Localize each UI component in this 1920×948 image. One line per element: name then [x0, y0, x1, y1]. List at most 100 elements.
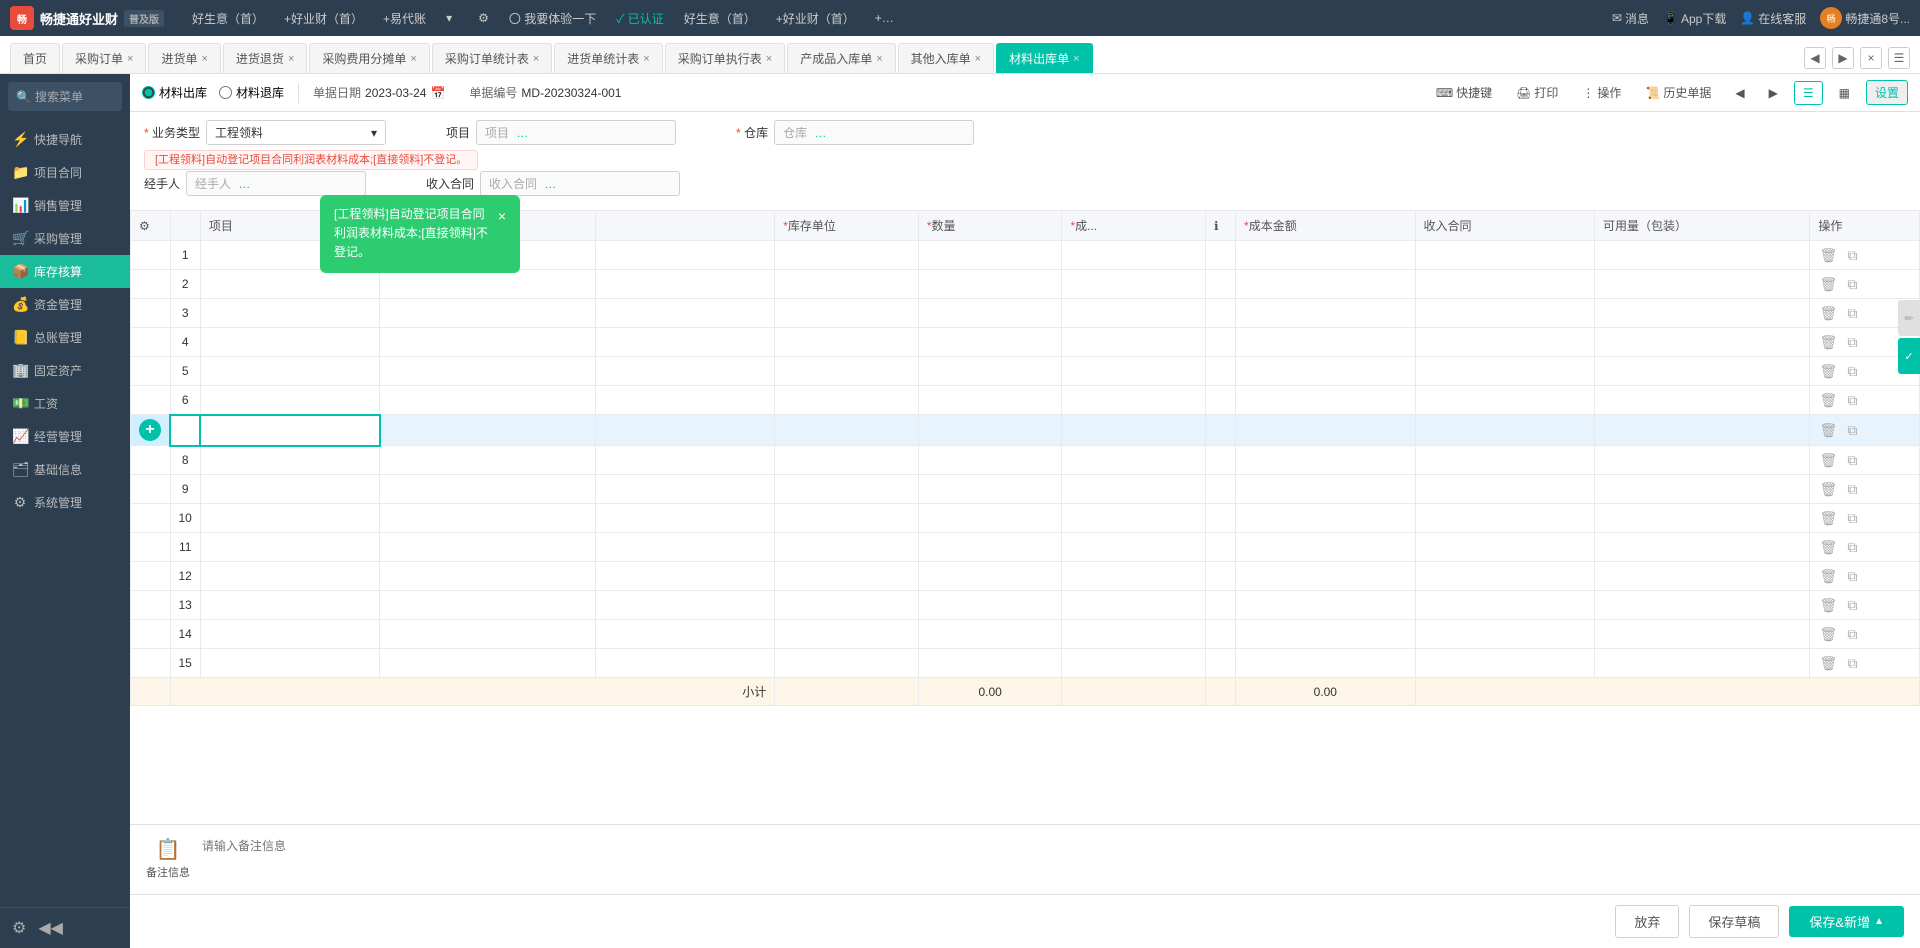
row12-delete-btn[interactable]: 🗑 — [1818, 566, 1838, 586]
sidebar-item-system[interactable]: ⚙ 系统管理 — [0, 486, 130, 519]
row3-copy-btn[interactable]: ⧉ — [1842, 303, 1862, 323]
nav-settings-icon[interactable]: ⚙ — [470, 9, 497, 27]
tab-close-receipt-stats[interactable]: × — [643, 53, 649, 65]
app-download-btn[interactable]: 📱 App下载 — [1663, 10, 1726, 27]
sidebar-item-sales[interactable]: 📊 销售管理 — [0, 189, 130, 222]
income-contract-dots-btn[interactable]: … — [544, 177, 556, 191]
row1-qty[interactable] — [918, 241, 1062, 270]
nav-prev-btn[interactable]: ◀ — [1727, 82, 1752, 104]
nav-haoyecai[interactable]: +好业财（首） — [276, 8, 371, 29]
right-float-btn-2[interactable]: ✓ — [1898, 338, 1920, 374]
row6-copy-btn[interactable]: ⧉ — [1842, 390, 1862, 410]
project-input[interactable]: 项目 … — [476, 120, 676, 145]
sidebar-item-salary[interactable]: 💵 工资 — [0, 387, 130, 420]
row2-available[interactable] — [1595, 270, 1810, 299]
row4-available[interactable] — [1595, 328, 1810, 357]
right-float-btn-1[interactable]: ✏ — [1898, 300, 1920, 336]
row10-delete-btn[interactable]: 🗑 — [1818, 508, 1838, 528]
row7-copy-btn[interactable]: ⧉ — [1842, 420, 1862, 440]
row4-cost-amount[interactable] — [1236, 328, 1416, 357]
business-type-select[interactable]: 工程领料 ▾ — [206, 120, 386, 145]
tab-close-purchase-stats[interactable]: × — [533, 53, 539, 65]
row11-copy-btn[interactable]: ⧉ — [1842, 537, 1862, 557]
row4-delete-btn[interactable]: 🗑 — [1818, 332, 1838, 352]
tab-close-finished-goods[interactable]: × — [876, 53, 882, 65]
row3-cost[interactable] — [1062, 299, 1206, 328]
income-contract-input[interactable]: 收入合同 … — [480, 171, 680, 196]
col-settings-header[interactable]: ⚙ — [131, 211, 171, 241]
tab-close-other-receipt[interactable]: × — [975, 53, 981, 65]
sidebar-item-basic-info[interactable]: 🗂 基础信息 — [0, 453, 130, 486]
row2-material[interactable] — [380, 270, 595, 299]
radio-material-return[interactable]: 材料退库 — [219, 84, 284, 101]
row2-cost-amount[interactable] — [1236, 270, 1416, 299]
column-settings-btn[interactable]: 设置 — [1866, 80, 1908, 105]
print-btn[interactable]: 🖨 打印 — [1508, 80, 1566, 105]
tab-close-material-out[interactable]: × — [1073, 53, 1079, 65]
row1-cost[interactable] — [1062, 241, 1206, 270]
tab-close-all-btn[interactable]: × — [1860, 47, 1882, 69]
row3-project[interactable] — [200, 299, 380, 328]
row2-cost[interactable] — [1062, 270, 1206, 299]
row4-unit[interactable] — [775, 328, 919, 357]
tab-close-purchase-exec[interactable]: × — [766, 53, 772, 65]
row3-cost-amount[interactable] — [1236, 299, 1416, 328]
shortcut-btn[interactable]: ⌨ 快捷键 — [1428, 80, 1500, 105]
tab-next-btn[interactable]: ▶ — [1832, 47, 1854, 69]
row14-delete-btn[interactable]: 🗑 — [1818, 624, 1838, 644]
row4-qty[interactable] — [918, 328, 1062, 357]
tab-close-receipt[interactable]: × — [201, 53, 207, 65]
nav-experience[interactable]: 〇 我要体验一下 — [501, 8, 604, 29]
tab-other-receipt[interactable]: 其他入库单 × — [898, 43, 994, 73]
tab-close-purchase-expense[interactable]: × — [410, 53, 416, 65]
warehouse-input[interactable]: 仓库 … — [774, 120, 974, 145]
row3-income-contract[interactable] — [1415, 299, 1595, 328]
row3-qty[interactable] — [918, 299, 1062, 328]
row14-copy-btn[interactable]: ⧉ — [1842, 624, 1862, 644]
nav-more-dropdown[interactable]: ▾ — [438, 9, 460, 27]
row1-copy-btn[interactable]: ⧉ — [1842, 245, 1862, 265]
nav-next-btn[interactable]: ▶ — [1761, 82, 1786, 104]
tab-close-purchase-order[interactable]: × — [127, 53, 133, 65]
row10-copy-btn[interactable]: ⧉ — [1842, 508, 1862, 528]
sidebar-item-quicknav[interactable]: ⚡ 快捷导航 — [0, 123, 130, 156]
tab-receipt[interactable]: 进货单 × — [148, 43, 220, 73]
list-view-btn[interactable]: ☰ — [1794, 81, 1823, 105]
tooltip-close-btn[interactable]: × — [498, 205, 506, 227]
tab-purchase-exec[interactable]: 采购订单执行表 × — [665, 43, 785, 73]
tab-material-out[interactable]: 材料出库单 × — [996, 43, 1092, 73]
nav-yidaizhang[interactable]: +易代账 — [375, 8, 434, 29]
row2-unit[interactable] — [775, 270, 919, 299]
row4-project[interactable] — [200, 328, 380, 357]
row1-delete-btn[interactable]: 🗑 — [1818, 245, 1838, 265]
tab-purchase-stats[interactable]: 采购订单统计表 × — [432, 43, 552, 73]
row15-copy-btn[interactable]: ⧉ — [1842, 653, 1862, 673]
row1-income-contract[interactable] — [1415, 241, 1595, 270]
add-row-btn[interactable]: + — [139, 419, 161, 441]
sidebar-item-purchase[interactable]: 🛒 采购管理 — [0, 222, 130, 255]
warehouse-dots-btn[interactable]: … — [814, 126, 826, 140]
save-draft-btn[interactable]: 保存草稿 — [1689, 905, 1779, 938]
sidebar-settings-btn[interactable]: ⚙ — [12, 918, 26, 938]
search-menu-btn[interactable]: 🔍 搜索菜单 — [8, 82, 122, 111]
project-dots-btn[interactable]: … — [516, 126, 528, 140]
row3-material[interactable] — [380, 299, 595, 328]
table-container[interactable]: ⚙ 项目 * *库存单位 *数量 *成... ℹ *成本金额 收入合同 可用量（… — [130, 210, 1920, 824]
history-btn[interactable]: 📜 历史单据 — [1637, 80, 1719, 105]
row4-material[interactable] — [380, 328, 595, 357]
detail-view-btn[interactable]: ▦ — [1831, 82, 1858, 104]
row4-income-contract[interactable] — [1415, 328, 1595, 357]
row11-delete-btn[interactable]: 🗑 — [1818, 537, 1838, 557]
online-service-btn[interactable]: 👤 在线客服 — [1740, 10, 1806, 27]
nav-ellipsis[interactable]: +… — [867, 9, 902, 27]
radio-material-out[interactable]: 材料出库 — [142, 84, 207, 101]
nav-haoshengyi2[interactable]: 好生意（首） — [676, 8, 764, 29]
sidebar-collapse-btn[interactable]: ◀◀ — [38, 918, 63, 938]
tab-receipt-return[interactable]: 进货退货 × — [223, 43, 307, 73]
row6-delete-btn[interactable]: 🗑 — [1818, 390, 1838, 410]
row1-cost-amount[interactable] — [1236, 241, 1416, 270]
save-new-btn[interactable]: 保存&新增 ▲ — [1789, 906, 1904, 937]
row12-copy-btn[interactable]: ⧉ — [1842, 566, 1862, 586]
row5-delete-btn[interactable]: 🗑 — [1818, 361, 1838, 381]
notes-input[interactable] — [202, 835, 1904, 865]
